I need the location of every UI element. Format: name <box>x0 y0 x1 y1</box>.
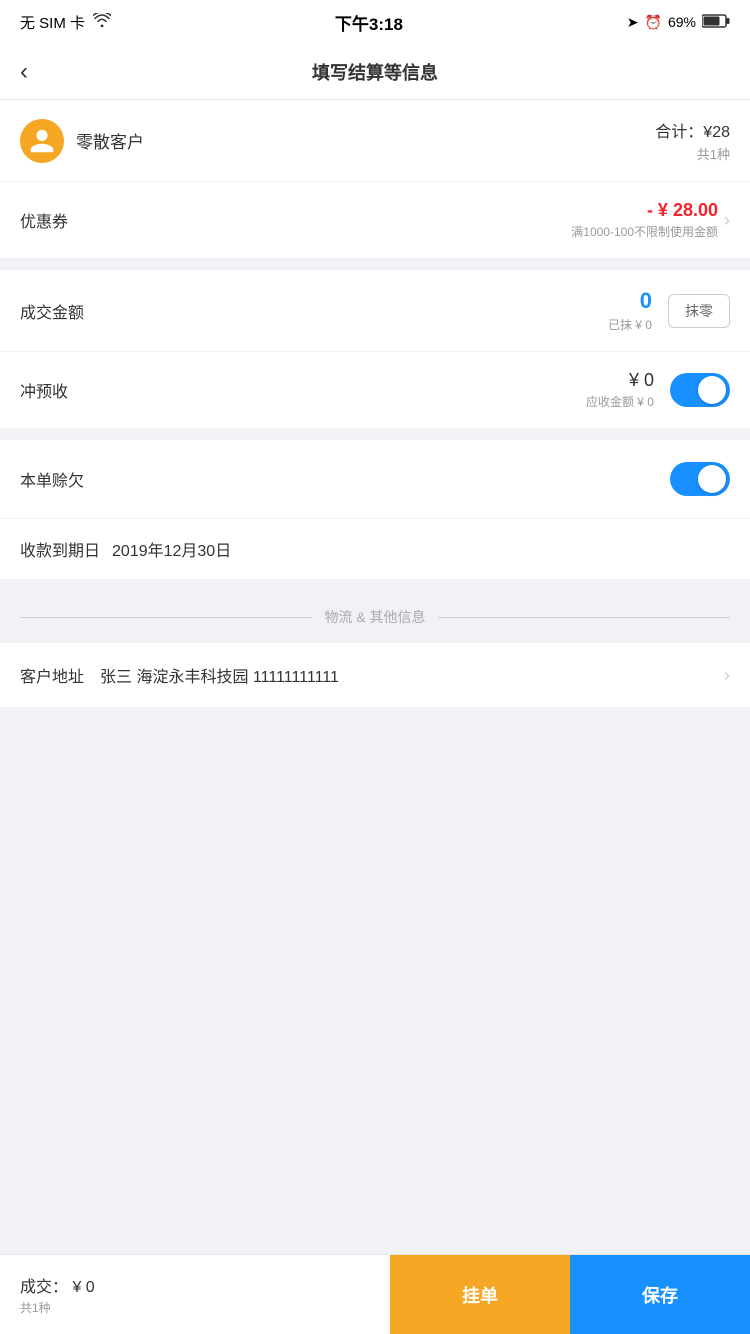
status-left: 无 SIM 卡 <box>20 12 111 33</box>
status-right: ➤ ⏰ 69% <box>627 14 730 31</box>
address-value: 张三 海淀永丰科技园 11111111111 <box>100 663 716 687</box>
coupon-value: - ¥ 28.00 满1000-100不限制使用金额 <box>571 200 718 240</box>
deal-amount-label: 成交金额 <box>20 299 84 323</box>
no-sim-text: 无 SIM 卡 <box>20 12 85 33</box>
customer-avatar <box>20 119 64 163</box>
location-icon: ➤ <box>627 14 639 31</box>
debt-toggle-knob <box>698 465 726 493</box>
customer-card: 零散客户 合计：¥28 共1种 优惠券 - ¥ 28.00 满1000-100不… <box>0 100 750 258</box>
round-zero-button[interactable]: 抹零 <box>668 294 730 328</box>
coupon-row[interactable]: 优惠券 - ¥ 28.00 满1000-100不限制使用金额 › <box>0 181 750 258</box>
logistics-divider-text: 物流 & 其他信息 <box>324 607 425 627</box>
coupon-chevron-right-icon: › <box>724 210 730 231</box>
precollect-label: 冲预收 <box>20 378 68 402</box>
coupon-desc: 满1000-100不限制使用金额 <box>571 223 718 240</box>
save-button[interactable]: 保存 <box>570 1255 750 1334</box>
section2: 成交金额 0 已抹 ¥ 0 抹零 冲预收 ¥ 0 应收金额 ¥ 0 <box>0 270 750 428</box>
status-time: 下午3:18 <box>335 10 403 35</box>
section3: 本单赊欠 收款到期日 2019年12月30日 <box>0 440 750 579</box>
address-label: 客户地址 <box>20 663 84 687</box>
customer-left: 零散客户 <box>20 119 144 163</box>
bottom-deal-label: 成交： ¥ 0 <box>20 1273 370 1297</box>
debt-label: 本单赊欠 <box>20 467 84 491</box>
alarm-icon: ⏰ <box>645 14 662 31</box>
deal-value-wrap: 0 已抹 ¥ 0 <box>608 288 652 333</box>
address-chevron-right-icon: › <box>724 665 730 686</box>
coupon-amount: - ¥ 28.00 <box>571 200 718 221</box>
nav-bar: ‹ 填写结算等信息 <box>0 44 750 100</box>
hold-button[interactable]: 挂单 <box>390 1255 570 1334</box>
wifi-icon <box>93 13 111 31</box>
toggle-knob <box>698 376 726 404</box>
debt-row: 本单赊欠 <box>0 440 750 518</box>
due-date-value: 2019年12月30日 <box>112 537 231 561</box>
address-card: 客户地址 张三 海淀永丰科技园 11111111111 › <box>0 643 750 707</box>
deal-already: 已抹 ¥ 0 <box>608 316 652 333</box>
customer-right: 合计：¥28 共1种 <box>655 118 730 163</box>
divider-line-left <box>20 617 312 618</box>
coupon-label: 优惠券 <box>20 208 68 232</box>
due-date-row: 收款到期日 2019年12月30日 <box>0 518 750 579</box>
precollect-toggle[interactable] <box>670 373 730 407</box>
address-row[interactable]: 客户地址 张三 海淀永丰科技园 11111111111 › <box>0 643 750 707</box>
status-bar: 无 SIM 卡 下午3:18 ➤ ⏰ 69% <box>0 0 750 44</box>
precollect-value-wrap: ¥ 0 应收金额 ¥ 0 <box>586 370 654 410</box>
battery-icon <box>702 14 730 31</box>
precollect-right: ¥ 0 应收金额 ¥ 0 <box>586 370 730 410</box>
precollect-receivable: 应收金额 ¥ 0 <box>586 393 654 410</box>
deal-amount-row: 成交金额 0 已抹 ¥ 0 抹零 <box>0 270 750 352</box>
total-amount: 合计：¥28 <box>655 118 730 142</box>
precollect-row: 冲预收 ¥ 0 应收金额 ¥ 0 <box>0 352 750 428</box>
customer-row: 零散客户 合计：¥28 共1种 <box>0 100 750 181</box>
divider-line-right <box>438 617 730 618</box>
deal-value: 0 <box>608 288 652 314</box>
battery-percent: 69% <box>668 14 696 30</box>
bottom-count-label: 共1种 <box>20 1299 370 1316</box>
coupon-right: - ¥ 28.00 满1000-100不限制使用金额 › <box>571 200 730 240</box>
debt-toggle[interactable] <box>670 462 730 496</box>
content: 零散客户 合计：¥28 共1种 优惠券 - ¥ 28.00 满1000-100不… <box>0 100 750 809</box>
due-date-label: 收款到期日 <box>20 537 100 561</box>
page-title: 填写结算等信息 <box>312 59 438 85</box>
precollect-amount: ¥ 0 <box>586 370 654 391</box>
back-button[interactable]: ‹ <box>20 58 28 86</box>
bottom-bar: 成交： ¥ 0 共1种 挂单 保存 <box>0 1254 750 1334</box>
total-count: 共1种 <box>655 144 730 163</box>
logistics-divider: 物流 & 其他信息 <box>0 591 750 643</box>
bottom-summary: 成交： ¥ 0 共1种 <box>0 1273 390 1316</box>
customer-name: 零散客户 <box>76 128 144 153</box>
deal-right: 0 已抹 ¥ 0 抹零 <box>608 288 730 333</box>
bottom-actions: 挂单 保存 <box>390 1255 750 1334</box>
